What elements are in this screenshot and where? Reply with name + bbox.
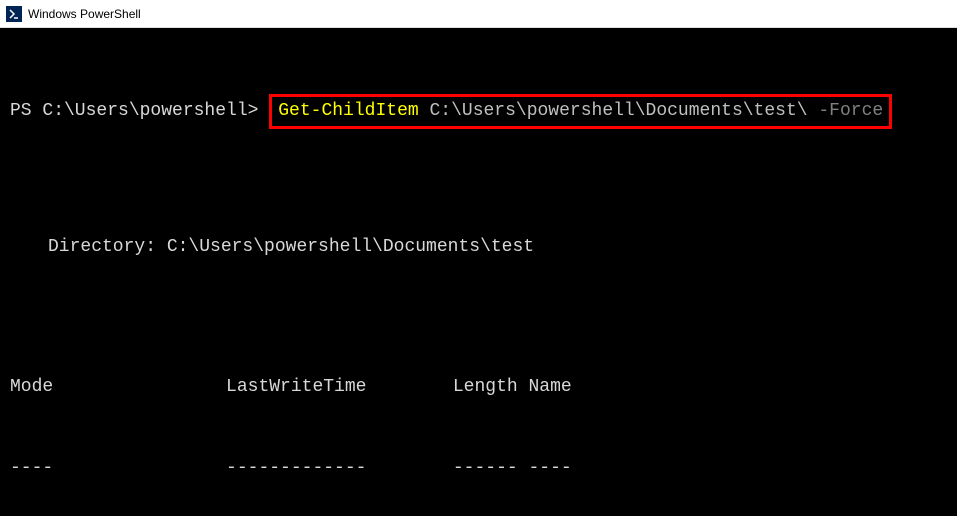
command-path: C:\Users\powershell\Documents\test\ <box>419 101 819 121</box>
directory-label: Directory: C:\Users\powershell\Documents… <box>10 234 947 261</box>
window-title: Windows PowerShell <box>28 7 141 21</box>
terminal-area[interactable]: PS C:\Users\powershell> Get-ChildItem C:… <box>0 28 957 516</box>
table-header: Mode LastWriteTime Length Name <box>10 374 947 401</box>
titlebar[interactable]: Windows PowerShell <box>0 0 957 28</box>
prompt-prefix: PS C:\Users\powershell> <box>10 101 269 121</box>
command-highlight-box: Get-ChildItem C:\Users\powershell\Docume… <box>269 94 892 129</box>
command-line-1: PS C:\Users\powershell> Get-ChildItem C:… <box>10 94 947 129</box>
command-flag: -Force <box>818 101 883 121</box>
table-header-dashes: ---- ------------- ------ ---- <box>10 455 947 482</box>
cmdlet-name: Get-ChildItem <box>278 101 418 121</box>
powershell-window: Windows PowerShell PS C:\Users\powershel… <box>0 0 957 516</box>
powershell-icon <box>6 6 22 22</box>
